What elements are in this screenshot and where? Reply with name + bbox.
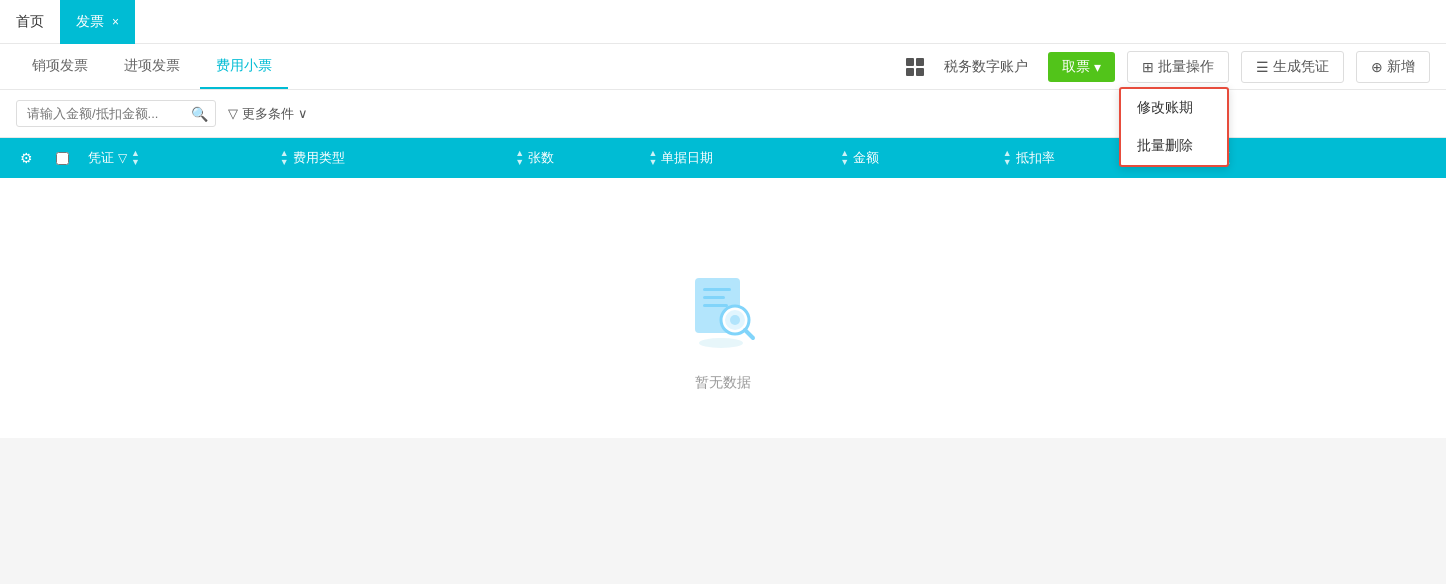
th-expense-type: ▲▼ 费用类型: [272, 149, 508, 167]
amount-sort[interactable]: ▲▼: [840, 149, 849, 167]
more-conditions-label: 更多条件: [242, 105, 294, 123]
more-conditions-button[interactable]: ▽ 更多条件 ∨: [228, 105, 308, 123]
search-wrap: 🔍: [16, 100, 216, 127]
filter-icon: ▽: [228, 106, 238, 121]
svg-point-0: [699, 338, 743, 348]
top-nav: 首页 发票 ×: [0, 0, 1446, 44]
get-invoice-button[interactable]: 取票 ▾: [1048, 52, 1115, 82]
toolbar: 税务数字账户 取票 ▾ ⊞ 批量操作 修改账期 批量删除 ☰ 生成凭证 ⊕ 新增: [906, 51, 1430, 83]
svg-rect-2: [703, 288, 731, 291]
empty-text: 暂无数据: [695, 374, 751, 392]
search-icon[interactable]: 🔍: [191, 106, 208, 122]
generate-voucher-button[interactable]: ☰ 生成凭证: [1241, 51, 1344, 83]
deduct-rate-sort[interactable]: ▲▼: [1003, 149, 1012, 167]
th-count: ▲▼ 张数: [507, 149, 640, 167]
batch-op-wrapper: ⊞ 批量操作 修改账期 批量删除: [1127, 51, 1229, 83]
generate-voucher-label: 生成凭证: [1273, 58, 1329, 76]
tab-jinxiang[interactable]: 进项发票: [108, 44, 196, 89]
add-icon: ⊕: [1371, 59, 1383, 75]
search-input[interactable]: [16, 100, 216, 127]
qr-grid-icon: [906, 58, 924, 76]
date-sort[interactable]: ▲▼: [649, 149, 658, 167]
table-select-all[interactable]: [44, 152, 80, 165]
count-sort[interactable]: ▲▼: [515, 149, 524, 167]
invoice-tab-label: 发票: [76, 13, 104, 31]
dropdown-item-modify-period[interactable]: 修改账期: [1121, 89, 1227, 127]
invoice-tab[interactable]: 发票 ×: [60, 0, 135, 44]
get-invoice-arrow: ▾: [1094, 59, 1101, 75]
expense-type-sort[interactable]: ▲▼: [280, 149, 289, 167]
svg-line-7: [745, 330, 753, 338]
qr-icon-button[interactable]: [906, 58, 924, 76]
voucher-sort[interactable]: ▲▼: [131, 149, 140, 167]
batch-op-icon: ⊞: [1142, 59, 1154, 75]
select-all-checkbox[interactable]: [56, 152, 69, 165]
empty-state: 暂无数据: [0, 178, 1446, 432]
invoice-tab-close[interactable]: ×: [112, 15, 119, 29]
tab-xiaoxiang[interactable]: 销项发票: [16, 44, 104, 89]
generate-voucher-icon: ☰: [1256, 59, 1269, 75]
tab-feiyong[interactable]: 费用小票: [200, 44, 288, 89]
th-date: ▲▼ 单据日期: [641, 149, 833, 167]
th-amount: ▲▼ 金额: [832, 149, 994, 167]
tax-account-button[interactable]: 税务数字账户: [936, 54, 1036, 80]
add-button[interactable]: ⊕ 新增: [1356, 51, 1430, 83]
dropdown-item-batch-delete[interactable]: 批量删除: [1121, 127, 1227, 165]
add-label: 新增: [1387, 58, 1415, 76]
batch-dropdown-menu: 修改账期 批量删除: [1119, 87, 1229, 167]
empty-illustration: [673, 258, 773, 358]
svg-point-8: [730, 315, 740, 325]
table-settings-icon[interactable]: ⚙: [8, 150, 44, 166]
batch-op-button[interactable]: ⊞ 批量操作: [1127, 51, 1229, 83]
sub-tabs-left: 销项发票 进项发票 费用小票: [16, 44, 292, 89]
get-invoice-label: 取票: [1062, 58, 1090, 76]
svg-rect-4: [703, 304, 728, 307]
th-voucher: 凭证 ▽ ▲▼: [80, 149, 272, 167]
batch-op-label: 批量操作: [1158, 58, 1214, 76]
content-area: ⚙ 凭证 ▽ ▲▼ ▲▼ 费用类型 ▲▼ 张数 ▲▼ 单据日: [0, 138, 1446, 438]
voucher-filter-icon[interactable]: ▽: [118, 151, 127, 165]
svg-rect-3: [703, 296, 725, 299]
filter-bar: 🔍 ▽ 更多条件 ∨: [0, 90, 1446, 138]
home-tab[interactable]: 首页: [0, 13, 60, 31]
sub-tabs-bar: 销项发票 进项发票 费用小票 税务数字账户 取票 ▾ ⊞ 批量操作: [0, 44, 1446, 90]
table-header: ⚙ 凭证 ▽ ▲▼ ▲▼ 费用类型 ▲▼ 张数 ▲▼ 单据日: [0, 138, 1446, 178]
more-conditions-arrow: ∨: [298, 106, 308, 121]
